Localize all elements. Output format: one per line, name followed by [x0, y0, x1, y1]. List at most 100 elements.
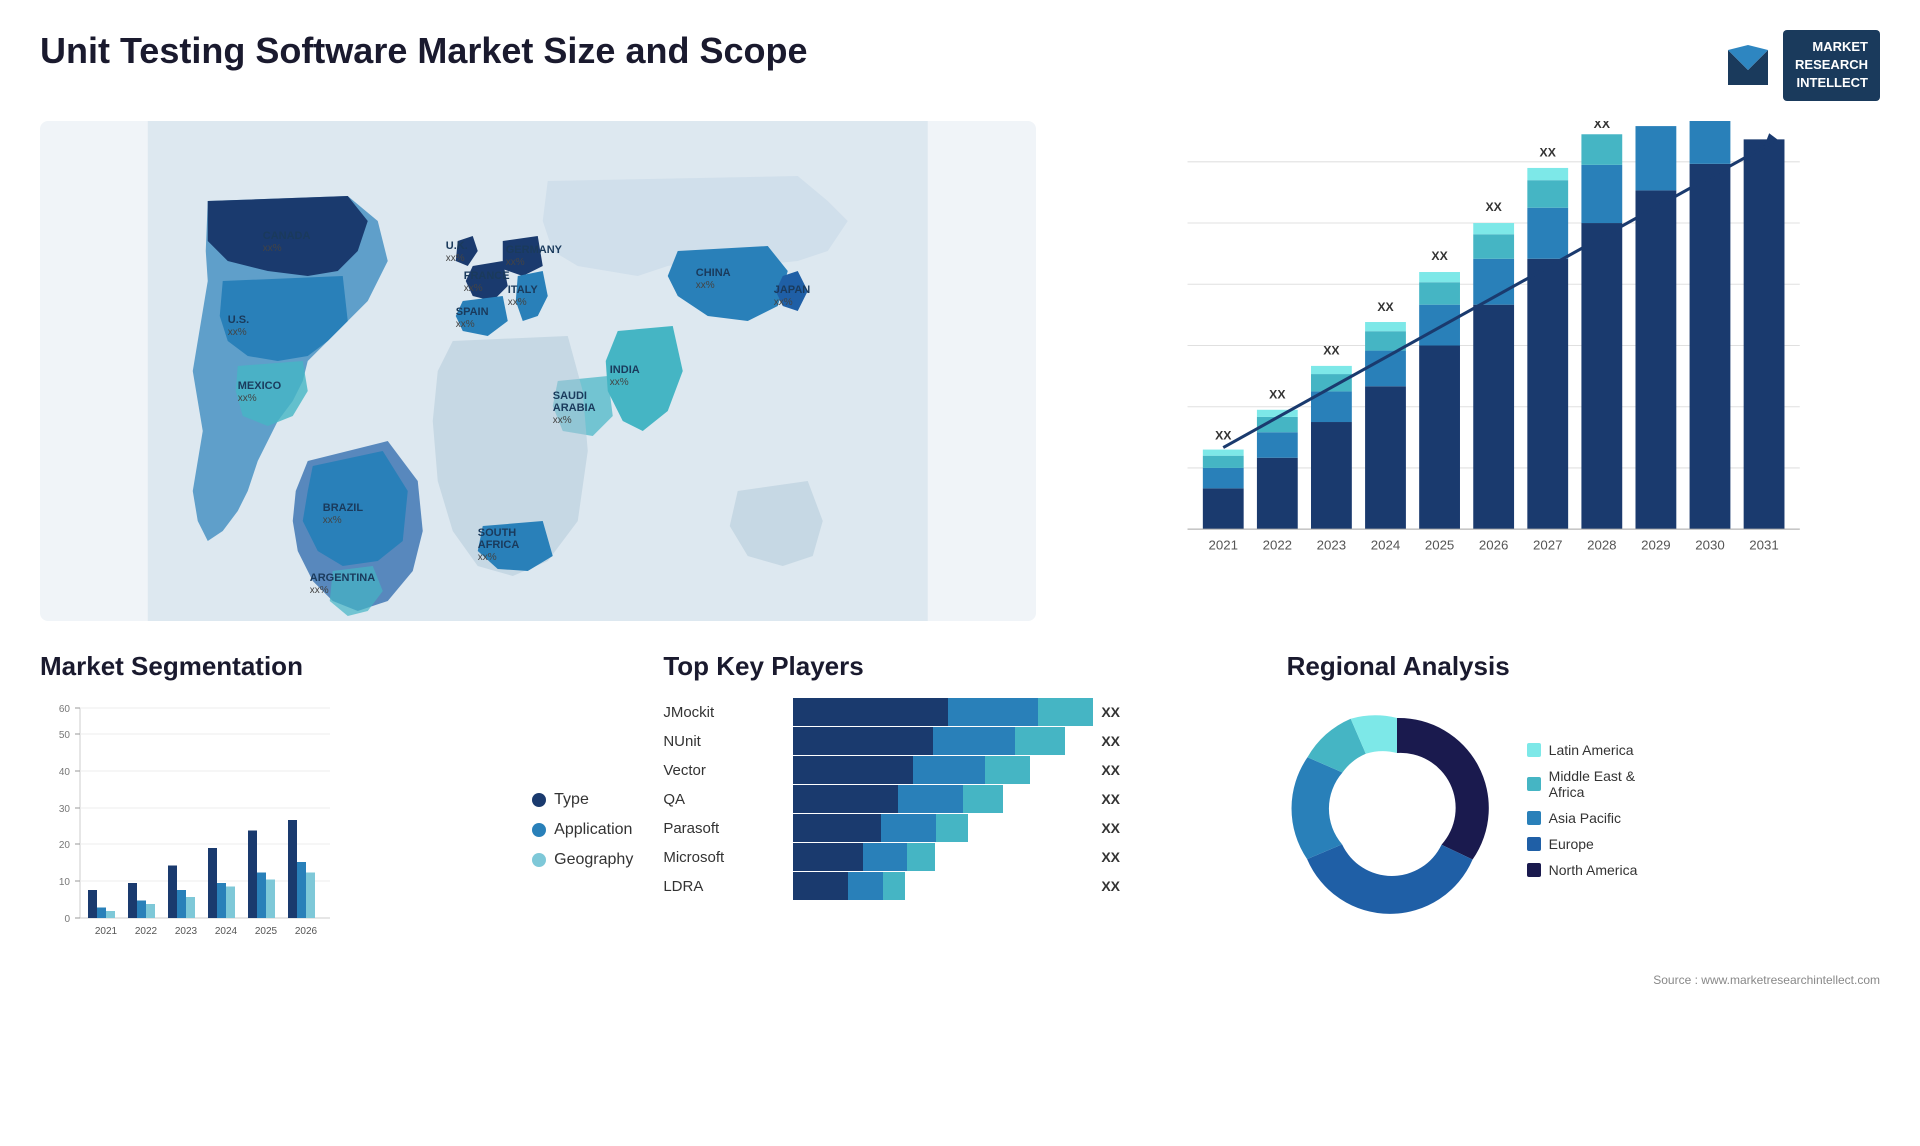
svg-text:U.S.: U.S.	[228, 314, 249, 326]
svg-text:20: 20	[59, 840, 71, 851]
legend-europe: Europe	[1527, 836, 1638, 852]
eu-dot	[1527, 837, 1541, 851]
segmentation-panel: Market Segmentation 0 10 20 30	[40, 651, 633, 963]
svg-text:xx%: xx%	[506, 257, 525, 268]
svg-text:xx%: xx%	[774, 297, 793, 308]
svg-text:SAUDI: SAUDI	[553, 390, 587, 402]
svg-text:XX: XX	[1431, 248, 1448, 262]
svg-text:ARABIA: ARABIA	[553, 402, 596, 414]
svg-text:40: 40	[59, 767, 71, 778]
svg-text:2028: 2028	[1587, 537, 1616, 552]
legend-asia-pacific: Asia Pacific	[1527, 810, 1638, 826]
la-dot	[1527, 743, 1541, 757]
players-section: JMockit NUnit Vector QA Parasoft Microso…	[663, 698, 1256, 901]
svg-text:2022: 2022	[135, 926, 158, 937]
seg-chart-wrapper: 0 10 20 30 40 50 60	[40, 698, 633, 963]
bar-row-jmockit: XX	[793, 698, 1256, 726]
svg-text:XX: XX	[1539, 145, 1556, 159]
seg-legend: Type Application Geography	[532, 791, 633, 869]
type-label: Type	[554, 791, 589, 809]
bar-chart-section: XX XX XX XX XX	[1066, 121, 1881, 621]
svg-text:2025: 2025	[255, 926, 278, 937]
svg-text:xx%: xx%	[610, 377, 629, 388]
svg-text:MEXICO: MEXICO	[238, 380, 282, 392]
svg-text:SOUTH: SOUTH	[478, 527, 517, 539]
svg-text:xx%: xx%	[263, 243, 282, 254]
donut-svg-container	[1287, 698, 1507, 923]
svg-text:xx%: xx%	[323, 515, 342, 526]
seg-svg-container: 0 10 20 30 40 50 60	[40, 698, 512, 963]
svg-text:xx%: xx%	[478, 552, 497, 563]
key-players-panel: Top Key Players JMockit NUnit Vector QA …	[663, 651, 1256, 963]
legend-north-america: North America	[1527, 862, 1638, 878]
ap-label: Asia Pacific	[1549, 810, 1621, 826]
legend-latin-america: Latin America	[1527, 742, 1638, 758]
regional-legend: Latin America Middle East &Africa Asia P…	[1527, 742, 1638, 878]
player-vector: Vector	[663, 756, 763, 785]
source-text: Source : www.marketresearchintellect.com	[40, 973, 1880, 987]
svg-text:xx%: xx%	[553, 415, 572, 426]
svg-text:GERMANY: GERMANY	[506, 244, 563, 256]
svg-text:XX: XX	[1377, 299, 1394, 313]
application-dot	[532, 823, 546, 837]
svg-text:XX: XX	[1215, 428, 1232, 442]
svg-text:2024: 2024	[1370, 537, 1399, 552]
svg-text:xx%: xx%	[508, 297, 527, 308]
svg-text:2021: 2021	[95, 926, 118, 937]
svg-text:2022: 2022	[1262, 537, 1291, 552]
logo-icon	[1723, 40, 1773, 90]
mea-dot	[1527, 777, 1541, 791]
svg-text:2031: 2031	[1749, 537, 1778, 552]
segmentation-title: Market Segmentation	[40, 651, 633, 682]
svg-text:XX: XX	[1323, 343, 1340, 357]
map-svg: CANADA xx% U.S. xx% MEXICO xx% BRAZIL xx…	[40, 121, 1036, 621]
svg-text:xx%: xx%	[238, 393, 257, 404]
svg-text:60: 60	[59, 704, 71, 715]
svg-text:xx%: xx%	[446, 253, 465, 264]
player-ldra: LDRA	[663, 872, 763, 901]
donut-wrapper: Latin America Middle East &Africa Asia P…	[1287, 698, 1880, 923]
svg-text:CANADA: CANADA	[263, 230, 311, 242]
bar-row-nunit: XX	[793, 727, 1256, 755]
svg-text:2021: 2021	[1208, 537, 1237, 552]
geography-label: Geography	[554, 851, 633, 869]
svg-text:SPAIN: SPAIN	[456, 306, 489, 318]
growth-chart-svg: XX XX XX XX XX	[1066, 121, 1881, 621]
top-section: CANADA xx% U.S. xx% MEXICO xx% BRAZIL xx…	[40, 121, 1880, 621]
svg-text:10: 10	[59, 877, 71, 888]
legend-application: Application	[532, 821, 633, 839]
svg-text:INDIA: INDIA	[610, 364, 640, 376]
svg-text:2023: 2023	[1316, 537, 1345, 552]
legend-type: Type	[532, 791, 633, 809]
svg-text:CHINA: CHINA	[696, 267, 731, 279]
eu-label: Europe	[1549, 836, 1594, 852]
player-microsoft: Microsoft	[663, 843, 763, 872]
player-qa: QA	[663, 785, 763, 814]
svg-text:2023: 2023	[175, 926, 198, 937]
bar-row-microsoft: XX	[793, 843, 1256, 871]
svg-text:XX: XX	[1647, 121, 1664, 122]
logo-area: MARKET RESEARCH INTELLECT	[1723, 30, 1880, 101]
na-dot	[1527, 863, 1541, 877]
svg-text:2026: 2026	[1478, 537, 1507, 552]
svg-text:XX: XX	[1485, 199, 1502, 213]
svg-text:xx%: xx%	[464, 283, 483, 294]
donut-svg	[1287, 698, 1507, 918]
svg-text:ARGENTINA: ARGENTINA	[310, 572, 375, 584]
svg-text:xx%: xx%	[696, 280, 715, 291]
regional-panel: Regional Analysis	[1287, 651, 1880, 963]
world-map: CANADA xx% U.S. xx% MEXICO xx% BRAZIL xx…	[40, 121, 1036, 621]
legend-mea: Middle East &Africa	[1527, 768, 1638, 800]
legend-geography: Geography	[532, 851, 633, 869]
seg-bar-svg: 0 10 20 30 40 50 60	[40, 698, 340, 958]
svg-text:2024: 2024	[215, 926, 238, 937]
svg-text:XX: XX	[1593, 121, 1610, 131]
ap-dot	[1527, 811, 1541, 825]
page-title: Unit Testing Software Market Size and Sc…	[40, 30, 807, 72]
players-names: JMockit NUnit Vector QA Parasoft Microso…	[663, 698, 763, 901]
bar-row-parasoft: XX	[793, 814, 1256, 842]
logo-text: MARKET RESEARCH INTELLECT	[1783, 30, 1880, 101]
svg-text:FRANCE: FRANCE	[464, 270, 510, 282]
map-section: CANADA xx% U.S. xx% MEXICO xx% BRAZIL xx…	[40, 121, 1036, 621]
regional-title: Regional Analysis	[1287, 651, 1880, 682]
